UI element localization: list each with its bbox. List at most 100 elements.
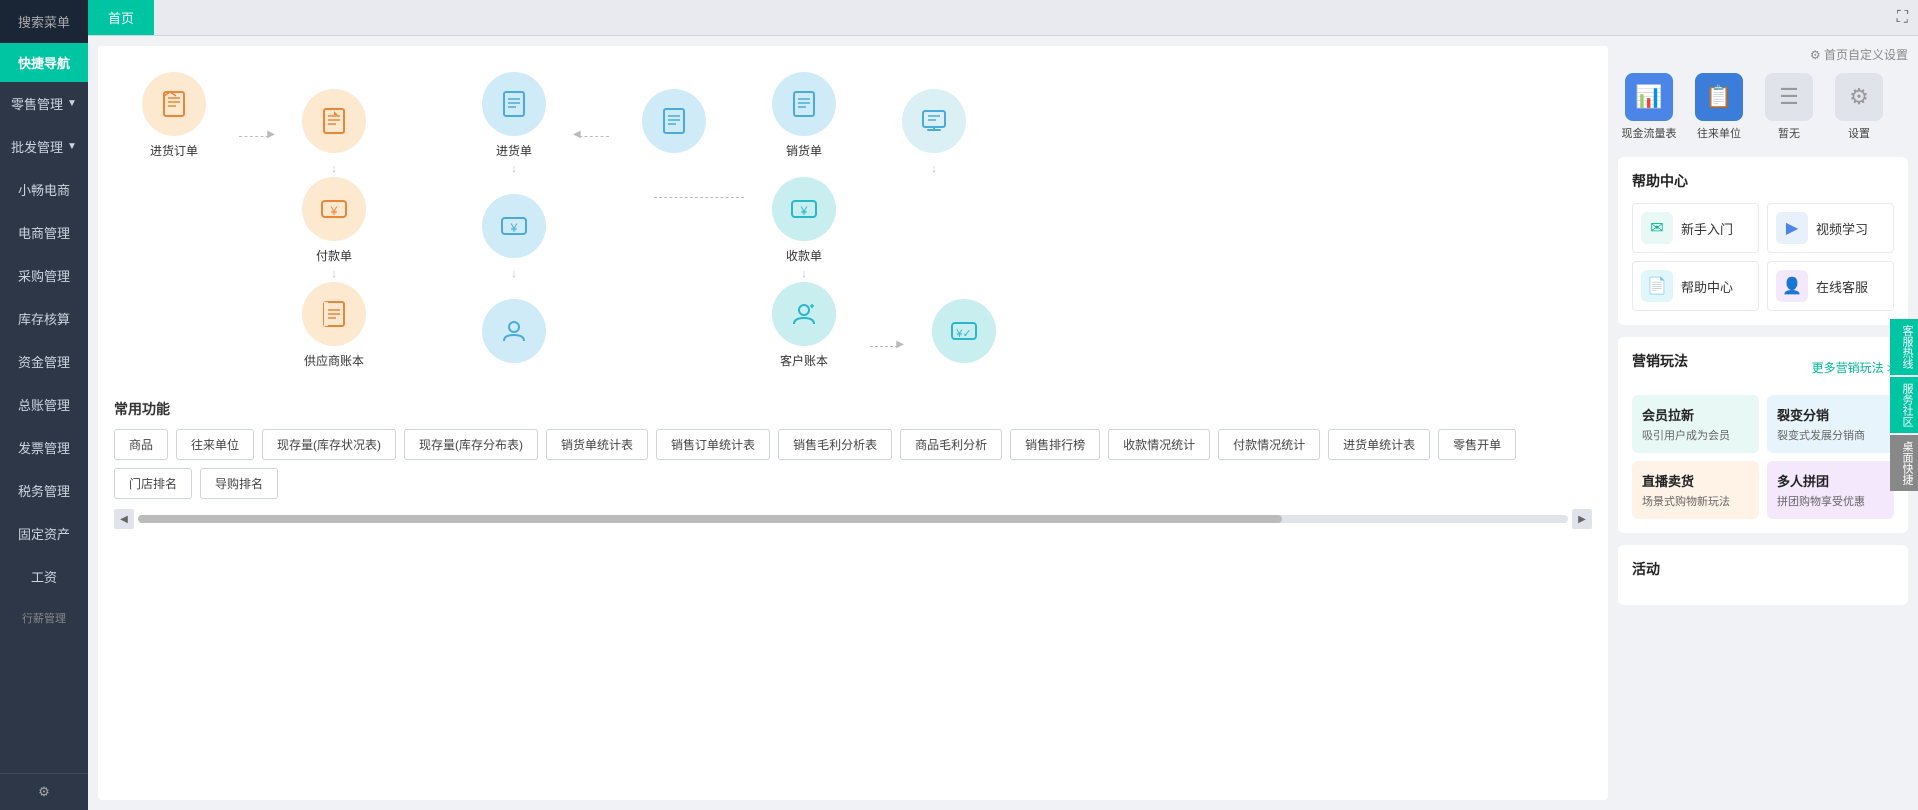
flow-node-customer-ledger[interactable] <box>454 299 574 369</box>
community-button[interactable]: 服务社区 <box>1890 377 1918 433</box>
arrow-1: ▶ <box>234 136 274 159</box>
common-function-button[interactable]: 往来单位 <box>176 429 254 460</box>
marketing-grid: 会员拉新 吸引用户成为会员 裂变分销 裂变式发展分销商 直播卖货 场景式购物新玩… <box>1632 395 1894 519</box>
common-function-button[interactable]: 销售排行榜 <box>1010 429 1100 460</box>
common-function-button[interactable]: 导购排名 <box>200 468 278 499</box>
customize-header[interactable]: ⚙ 首页自定义设置 <box>1618 46 1908 63</box>
help-item[interactable]: 👤 在线客服 <box>1767 261 1894 311</box>
sidebar-item-label: 固定资产 <box>18 524 70 543</box>
common-function-button[interactable]: 销售毛利分析表 <box>778 429 892 460</box>
common-function-button[interactable]: 商品 <box>114 429 168 460</box>
common-function-button[interactable]: 门店排名 <box>114 468 192 499</box>
spacer <box>614 268 734 280</box>
flow-node-sales-order[interactable] <box>614 89 734 159</box>
help-item[interactable]: 📄 帮助中心 <box>1632 261 1759 311</box>
spacer <box>734 268 744 280</box>
spacer <box>864 163 874 175</box>
flow-node-sales[interactable]: 进货单 <box>454 72 574 159</box>
help-label: 在线客服 <box>1816 277 1868 296</box>
quick-icon-label: 往来单位 <box>1697 125 1741 141</box>
common-function-button[interactable]: 现存量(库存分布表) <box>404 429 538 460</box>
common-function-button[interactable]: 现存量(库存状况表) <box>262 429 396 460</box>
help-item[interactable]: ▶ 视频学习 <box>1767 203 1894 253</box>
common-function-button[interactable]: 进货单统计表 <box>1328 429 1430 460</box>
quick-icon-label: 暂无 <box>1778 125 1800 141</box>
flow-node-pos[interactable] <box>874 89 994 159</box>
sidebar-item-label: 资金管理 <box>18 352 70 371</box>
quick-icon-item[interactable]: ⚙ 设置 <box>1828 73 1890 141</box>
common-function-button[interactable]: 收款情况统计 <box>1108 429 1210 460</box>
marketing-header: 营销玩法 更多营销玩法 > <box>1632 351 1894 383</box>
quick-icon-item[interactable]: ☰ 暂无 <box>1758 73 1820 141</box>
svg-text:¥: ¥ <box>330 204 338 218</box>
sidebar-item-invoice[interactable]: 发票管理 <box>0 426 88 469</box>
purchase-order-icon <box>142 72 206 136</box>
sidebar-item-label: 批发管理 <box>11 137 63 156</box>
sidebar-item-ledger[interactable]: 总账管理 <box>0 383 88 426</box>
help-item[interactable]: ✉ 新手入门 <box>1632 203 1759 253</box>
float-buttons: 客服热线 服务社区 桌面快捷 <box>1890 319 1918 491</box>
payment-icon: ¥ <box>302 177 366 241</box>
scroll-left-button[interactable]: ◀ <box>114 509 134 529</box>
marketing-item-desc: 场景式购物新玩法 <box>1642 493 1749 509</box>
desktop-shortcut-button[interactable]: 桌面快捷 <box>1890 435 1918 491</box>
flow-node-purchase[interactable] <box>274 89 394 159</box>
flow-node-payment[interactable]: ¥ 付款单 <box>274 177 394 264</box>
common-function-button[interactable]: 销售订单统计表 <box>656 429 770 460</box>
flow-node-retail-settle[interactable]: ¥✓ <box>904 299 1024 369</box>
quick-icon-label: 设置 <box>1848 125 1870 141</box>
sidebar-search[interactable]: 搜索菜单 <box>0 0 88 43</box>
flow-node-retail-out[interactable]: 客户账本 <box>744 282 864 369</box>
marketing-item[interactable]: 裂变分销 裂变式发展分销商 <box>1767 395 1894 453</box>
flow-node-purchase-order[interactable]: 进货订单 <box>114 72 234 159</box>
supplier-ledger-icon <box>302 282 366 346</box>
arrow-2: ◀ <box>574 136 614 159</box>
flow-node-mall-order[interactable]: 销货单 <box>744 72 864 159</box>
expand-button[interactable]: ⛶ <box>1887 0 1918 35</box>
sidebar-item-hrm[interactable]: 行薪管理 <box>0 598 88 638</box>
supplier-ledger-label: 供应商账本 <box>304 352 364 369</box>
common-function-button[interactable]: 销货单统计表 <box>546 429 648 460</box>
sidebar-item-ecommerce-small[interactable]: 小畅电商 <box>0 168 88 211</box>
marketing-item[interactable]: 会员拉新 吸引用户成为会员 <box>1632 395 1759 453</box>
sidebar-item-label: 电商管理 <box>18 223 70 242</box>
sidebar-item-wholesale[interactable]: 批发管理 ▼ <box>0 125 88 168</box>
sidebar-item-inventory[interactable]: 库存核算 <box>0 297 88 340</box>
sidebar-item-purchase[interactable]: 采购管理 <box>0 254 88 297</box>
tab-home[interactable]: 首页 <box>88 0 154 35</box>
quick-icon-item[interactable]: 📋 往来单位 <box>1688 73 1750 141</box>
marketing-title: 营销玩法 <box>1632 351 1688 371</box>
sidebar-settings-button[interactable]: ⚙ <box>0 773 88 810</box>
sidebar-item-label: 工资 <box>31 567 57 586</box>
sidebar-item-retail[interactable]: 零售管理 ▼ <box>0 82 88 125</box>
flow-node-receipt[interactable]: ¥ <box>454 194 574 264</box>
flow-node-retail[interactable]: ¥ 收款单 <box>744 177 864 264</box>
dashed-line-pos-retail <box>654 197 744 198</box>
sidebar-item-label: 零售管理 <box>11 94 63 113</box>
common-function-button[interactable]: 付款情况统计 <box>1218 429 1320 460</box>
sidebar-item-label: 库存核算 <box>18 309 70 328</box>
sidebar-item-salary[interactable]: 工资 <box>0 555 88 598</box>
sidebar-item-label: 总账管理 <box>18 395 70 414</box>
scroll-track[interactable] <box>138 515 1568 523</box>
chevron-down-icon: ▼ <box>67 98 77 109</box>
customer-service-button[interactable]: 客服热线 <box>1890 319 1918 375</box>
marketing-more-button[interactable]: 更多营销玩法 > <box>1812 359 1894 376</box>
sidebar-item-capital[interactable]: 资金管理 <box>0 340 88 383</box>
sidebar-item-ecommerce-mgmt[interactable]: 电商管理 <box>0 211 88 254</box>
help-label: 新手入门 <box>1681 219 1733 238</box>
common-function-button[interactable]: 零售开单 <box>1438 429 1516 460</box>
sidebar-item-label: 行薪管理 <box>22 610 66 626</box>
quick-icons-row: 📊 现金流量表 📋 往来单位 ☰ 暂无 ⚙ 设置 <box>1618 73 1908 141</box>
marketing-item[interactable]: 直播卖货 场景式购物新玩法 <box>1632 461 1759 519</box>
scroll-right-button[interactable]: ▶ <box>1572 509 1592 529</box>
left-panel: 进货订单 ▶ <box>98 46 1608 800</box>
sidebar-item-tax[interactable]: 税务管理 <box>0 469 88 512</box>
arrow-retail-out: ▶ <box>864 346 904 369</box>
sidebar-item-assets[interactable]: 固定资产 <box>0 512 88 555</box>
flow-node-supplier-ledger[interactable]: 供应商账本 <box>274 282 394 369</box>
marketing-item[interactable]: 多人拼团 拼团购物享受优惠 <box>1767 461 1894 519</box>
quick-icon-item[interactable]: 📊 现金流量表 <box>1618 73 1680 141</box>
payment-label: 付款单 <box>316 247 352 264</box>
common-function-button[interactable]: 商品毛利分析 <box>900 429 1002 460</box>
